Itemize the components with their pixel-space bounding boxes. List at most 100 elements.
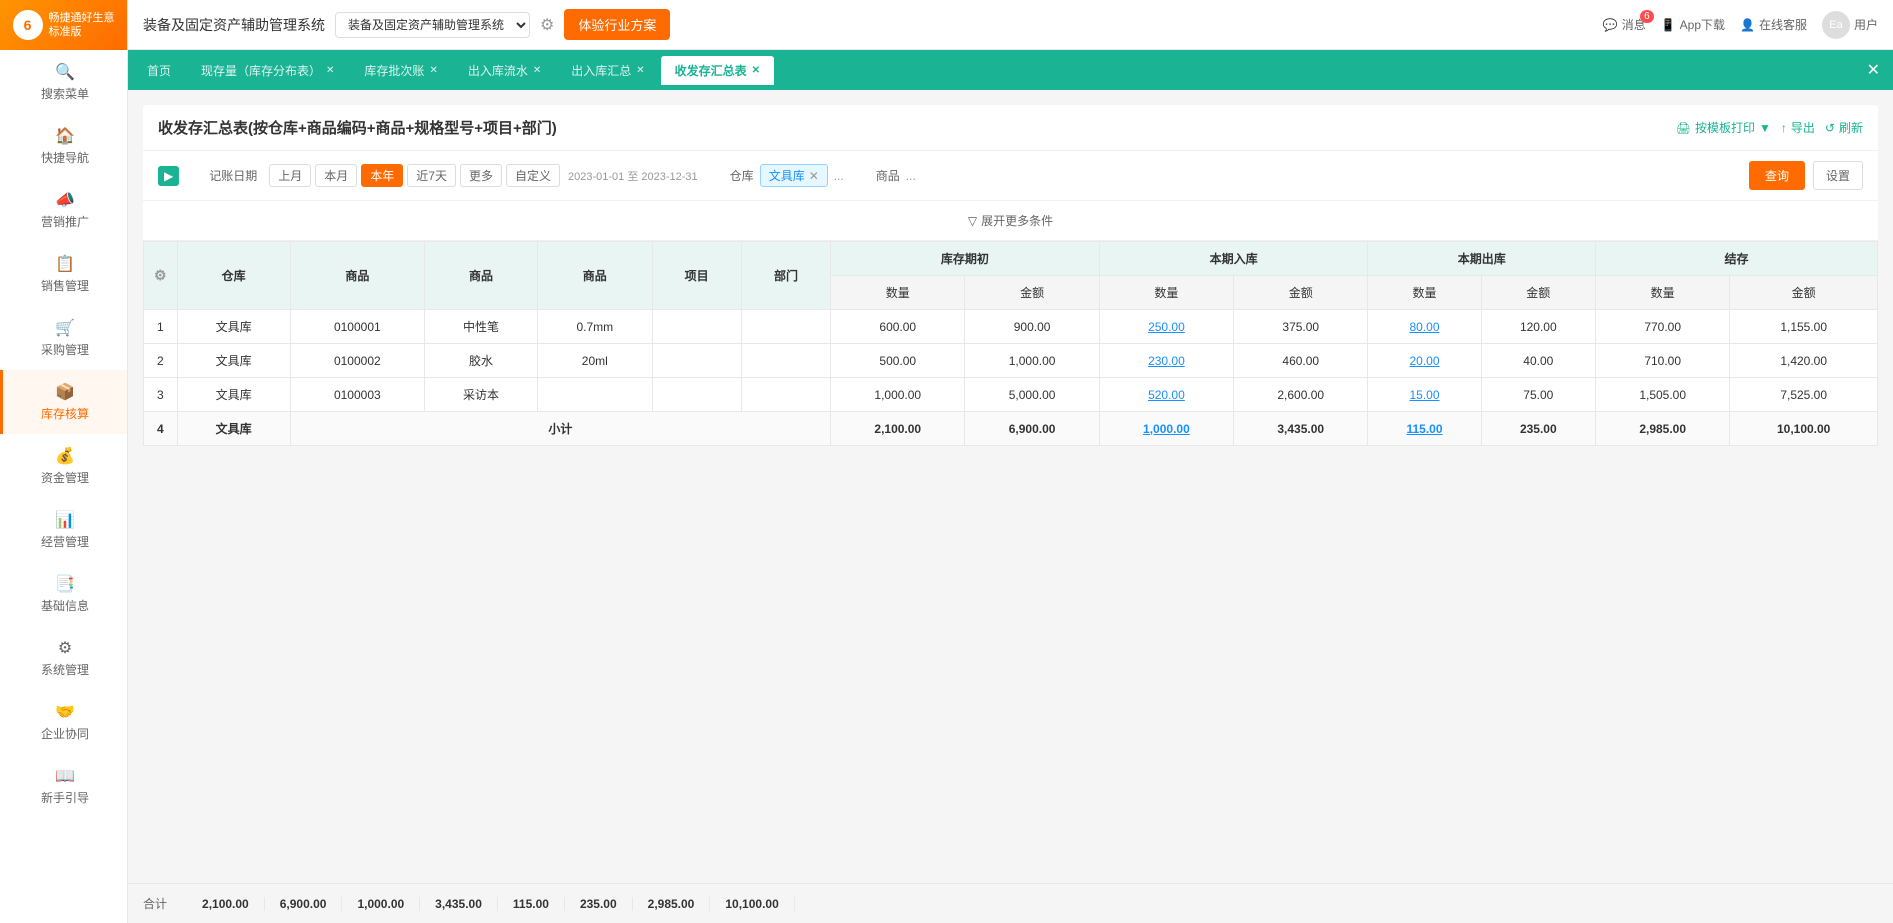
tab-home[interactable]: 首页 [133, 56, 185, 85]
cell-closing-amt-0: 1,155.00 [1730, 310, 1878, 344]
cell-in-qty-2[interactable]: 520.00 [1099, 378, 1233, 412]
sidebar-item-quick_nav[interactable]: 🏠快捷导航 [0, 114, 127, 178]
app-download-button[interactable]: 📱 App下载 [1661, 16, 1725, 33]
expand-conditions-button[interactable]: ▽ 展开更多条件 [963, 207, 1058, 234]
message-button[interactable]: 💬 消息 6 [1603, 16, 1646, 33]
filter-toggle-button[interactable]: ▶ [158, 166, 179, 186]
service-icon: 👤 [1740, 18, 1755, 32]
date-btn-more[interactable]: 更多 [460, 164, 502, 187]
cell-in-amt-2: 2,600.00 [1234, 378, 1368, 412]
sidebar-item-system[interactable]: ⚙系统管理 [0, 626, 127, 690]
cell-out-qty-2[interactable]: 15.00 [1368, 378, 1481, 412]
column-settings-icon[interactable]: ⚙ [154, 267, 167, 283]
date-filter-buttons: 上月 本月 本年 近7天 更多 自定义 2023-01-01 至 2023-12… [269, 164, 697, 187]
tab-close-summary[interactable]: ✕ [636, 65, 644, 76]
tab-label-batch: 库存批次账 [364, 62, 424, 79]
th-product-spec: 商品 [538, 242, 652, 310]
warehouse-filter-more[interactable]: ... [834, 169, 844, 183]
cell-opening-amt-2: 5,000.00 [965, 378, 1099, 412]
expand-icon: ▽ [968, 214, 977, 228]
cell-out-amt-2: 75.00 [1481, 378, 1595, 412]
cell-out-qty-1[interactable]: 20.00 [1368, 344, 1481, 378]
sales-icon: 📋 [55, 254, 75, 274]
date-btn-this-month[interactable]: 本月 [315, 164, 357, 187]
subtotal-in-amt: 3,435.00 [1234, 412, 1368, 446]
data-table: ⚙ 仓库 商品 商品 商品 项目 部门 库存期初 本期入库 本期出库 结存 [143, 241, 1878, 446]
cell-warehouse-0: 文具库 [177, 310, 290, 344]
footer-closing-amt: 10,100.00 [710, 897, 794, 911]
date-btn-last-month[interactable]: 上月 [269, 164, 311, 187]
cell-out-qty-0[interactable]: 80.00 [1368, 310, 1481, 344]
cell-project-0 [652, 310, 741, 344]
cell-warehouse-2: 文具库 [177, 378, 290, 412]
tab-close-collect_summary[interactable]: ✕ [752, 65, 760, 76]
sidebar-item-label: 企业协同 [41, 725, 89, 742]
product-filter-label: 商品 [876, 167, 900, 184]
footer-in-amt: 3,435.00 [420, 897, 498, 911]
query-button[interactable]: 查询 [1749, 161, 1805, 190]
page-title: 收发存汇总表(按仓库+商品编码+商品+规格型号+项目+部门) [158, 117, 557, 138]
guide-icon: 📖 [55, 766, 75, 786]
date-btn-this-year[interactable]: 本年 [361, 164, 403, 187]
subtotal-seq: 4 [144, 412, 178, 446]
sidebar-item-enterprise[interactable]: 🤝 企业协同 [0, 690, 127, 754]
warehouse-tag-close[interactable]: ✕ [809, 169, 819, 183]
message-icon: 💬 [1603, 18, 1618, 32]
th-project: 项目 [652, 242, 741, 310]
system-select[interactable]: 装备及固定资产辅助管理系统 [335, 12, 530, 38]
tab-stock_dist[interactable]: 现存量（库存分布表）✕ [187, 56, 348, 85]
enterprise-icon: 🤝 [55, 702, 75, 722]
export-button[interactable]: ↑ 导出 [1781, 119, 1815, 136]
sidebar-item-business[interactable]: 📊经营管理 [0, 498, 127, 562]
tab-label-summary: 出入库汇总 [571, 62, 631, 79]
sidebar-item-label: 系统管理 [41, 661, 89, 678]
search-icon: 🔍 [55, 62, 75, 82]
date-btn-7days[interactable]: 近7天 [407, 164, 456, 187]
tab-close-flow[interactable]: ✕ [533, 65, 541, 76]
online-service-button[interactable]: 👤 在线客服 [1740, 16, 1807, 33]
sidebar-item-basic[interactable]: 📑基础信息 [0, 562, 127, 626]
cell-out-amt-1: 40.00 [1481, 344, 1595, 378]
date-btn-custom[interactable]: 自定义 [506, 164, 560, 187]
sidebar-item-marketing[interactable]: 📣营销推广 [0, 178, 127, 242]
sidebar-item-sales[interactable]: 📋销售管理 [0, 242, 127, 306]
sidebar-item-finance[interactable]: 💰资金管理 [0, 434, 127, 498]
tab-collect_summary[interactable]: 收发存汇总表 ✕ [661, 56, 774, 85]
tab-batch[interactable]: 库存批次账 ✕ [350, 56, 451, 85]
cell-in-qty-0[interactable]: 250.00 [1099, 310, 1233, 344]
warehouse-filter: 仓库 文具库 ✕ ... [730, 164, 844, 187]
product-filter-more[interactable]: ... [906, 169, 916, 183]
filter-setting-button[interactable]: 设置 [1813, 161, 1863, 190]
sidebar-item-purchase[interactable]: 🛒采购管理 [0, 306, 127, 370]
warehouse-tag: 文具库 ✕ [760, 164, 828, 187]
print-button[interactable]: 🖨 按模板打印 ▼ [1676, 119, 1771, 136]
th-out-qty: 数量 [1368, 276, 1481, 310]
cell-closing-qty-2: 1,505.00 [1596, 378, 1730, 412]
tabbar: 首页现存量（库存分布表）✕库存批次账✕出入库流水✕出入库汇总✕收发存汇总表✕ ✕ [128, 50, 1893, 90]
sidebar-item-inventory[interactable]: 📦库存核算 [0, 370, 127, 434]
sidebar-item-guide[interactable]: 📖新手引导 [0, 754, 127, 818]
tab-flow[interactable]: 出入库流水✕ [454, 56, 555, 85]
subtotal-opening-amt: 6,900.00 [965, 412, 1099, 446]
close-all-tabs-button[interactable]: ✕ [1859, 56, 1888, 84]
filter-area: ▶ 记账日期 上月 本月 本年 近7天 更多 自定义 2023-01-01 至 … [143, 151, 1878, 201]
refresh-button[interactable]: ↺ 刷新 [1825, 119, 1863, 136]
th-warehouse: 仓库 [177, 242, 290, 310]
subtotal-label: 小计 [290, 412, 830, 446]
cell-in-qty-1[interactable]: 230.00 [1099, 344, 1233, 378]
subtotal-opening-qty: 2,100.00 [831, 412, 965, 446]
user-menu[interactable]: Ea 用户 [1822, 11, 1878, 39]
tab-close-stock_dist[interactable]: ✕ [326, 65, 334, 76]
quick_nav-icon: 🏠 [55, 126, 75, 146]
cell-product-spec-0: 0.7mm [538, 310, 652, 344]
tab-summary[interactable]: 出入库汇总 ✕ [557, 56, 658, 85]
sidebar-item-search[interactable]: 🔍搜索菜单 [0, 50, 127, 114]
cell-opening-qty-2: 1,000.00 [831, 378, 965, 412]
tab-close-batch[interactable]: ✕ [429, 65, 437, 76]
table-row: 2 文具库 0100002 胶水 20ml 500.00 1,000.00 23… [144, 344, 1878, 378]
system-title: 装备及固定资产辅助管理系统 [143, 15, 325, 35]
demo-button[interactable]: 体验行业方案 [564, 9, 670, 40]
tab-label-collect_summary: 收发存汇总表 [675, 62, 747, 79]
settings-icon[interactable]: ⚙ [540, 15, 554, 35]
footer-out-amt: 235.00 [565, 897, 633, 911]
